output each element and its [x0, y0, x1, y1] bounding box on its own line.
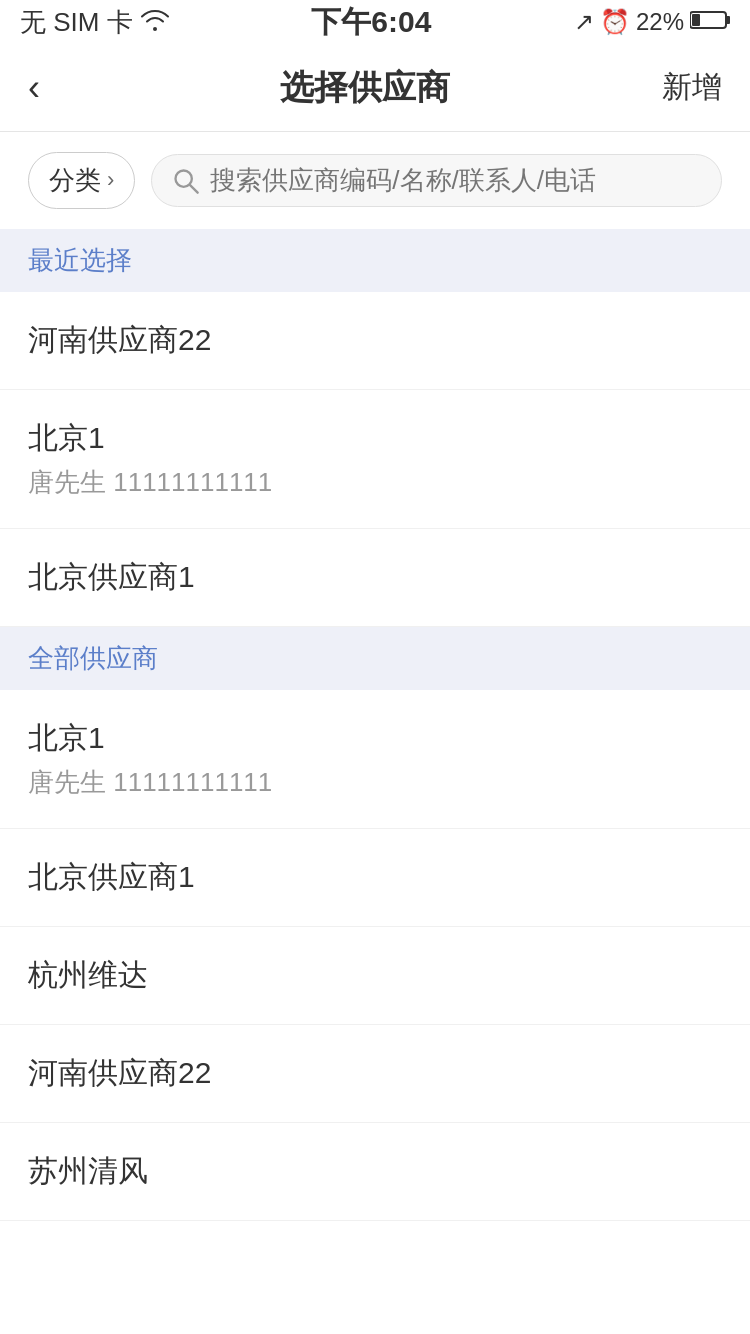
search-box[interactable]	[151, 154, 722, 207]
battery-label: 22%	[636, 8, 684, 36]
list-item[interactable]: 北京供应商1	[0, 529, 750, 627]
category-filter[interactable]: 分类 ›	[28, 152, 135, 209]
status-bar: 无 SIM 卡 下午6:04 ↗ ⏰ 22%	[0, 0, 750, 44]
wifi-icon	[141, 7, 169, 38]
status-left: 无 SIM 卡	[20, 5, 169, 40]
status-right: ↗ ⏰ 22%	[574, 8, 730, 36]
chevron-right-icon: ›	[107, 167, 114, 193]
filter-bar: 分类 ›	[0, 132, 750, 229]
svg-rect-2	[692, 14, 700, 26]
list-item[interactable]: 河南供应商22	[0, 1025, 750, 1123]
recent-section-header: 最近选择	[0, 229, 750, 292]
no-sim-label: 无 SIM 卡	[20, 5, 133, 40]
item-name: 北京供应商1	[28, 557, 722, 598]
recent-items-list: 河南供应商22 北京1 唐先生 11111111111 北京供应商1	[0, 292, 750, 627]
svg-line-4	[190, 185, 198, 193]
list-item[interactable]: 北京1 唐先生 11111111111	[0, 690, 750, 829]
page-title: 选择供应商	[280, 65, 450, 111]
search-input[interactable]	[210, 165, 701, 196]
item-name: 河南供应商22	[28, 1053, 722, 1094]
list-item[interactable]: 苏州清风	[0, 1123, 750, 1221]
all-section-header: 全部供应商	[0, 627, 750, 690]
add-button[interactable]: 新增	[642, 67, 722, 108]
svg-rect-1	[726, 16, 730, 24]
list-item[interactable]: 北京1 唐先生 11111111111	[0, 390, 750, 529]
item-name: 杭州维达	[28, 955, 722, 996]
alarm-icon: ⏰	[600, 8, 630, 36]
item-sub: 唐先生 11111111111	[28, 465, 722, 500]
list-item[interactable]: 杭州维达	[0, 927, 750, 1025]
battery-icon	[690, 8, 730, 36]
item-name: 北京1	[28, 418, 722, 459]
status-time: 下午6:04	[311, 2, 431, 43]
search-icon	[172, 167, 200, 195]
location-icon: ↗	[574, 8, 594, 36]
list-item[interactable]: 河南供应商22	[0, 292, 750, 390]
back-button[interactable]: ‹	[28, 67, 88, 109]
item-name: 苏州清风	[28, 1151, 722, 1192]
all-items-list: 北京1 唐先生 11111111111 北京供应商1 杭州维达河南供应商22 苏州清风	[0, 690, 750, 1221]
item-name: 北京1	[28, 718, 722, 759]
list-item[interactable]: 北京供应商1	[0, 829, 750, 927]
item-name: 北京供应商1	[28, 857, 722, 898]
nav-bar: ‹ 选择供应商 新增	[0, 44, 750, 132]
item-name: 河南供应商22	[28, 320, 722, 361]
item-sub: 唐先生 11111111111	[28, 765, 722, 800]
category-label: 分类	[49, 163, 101, 198]
